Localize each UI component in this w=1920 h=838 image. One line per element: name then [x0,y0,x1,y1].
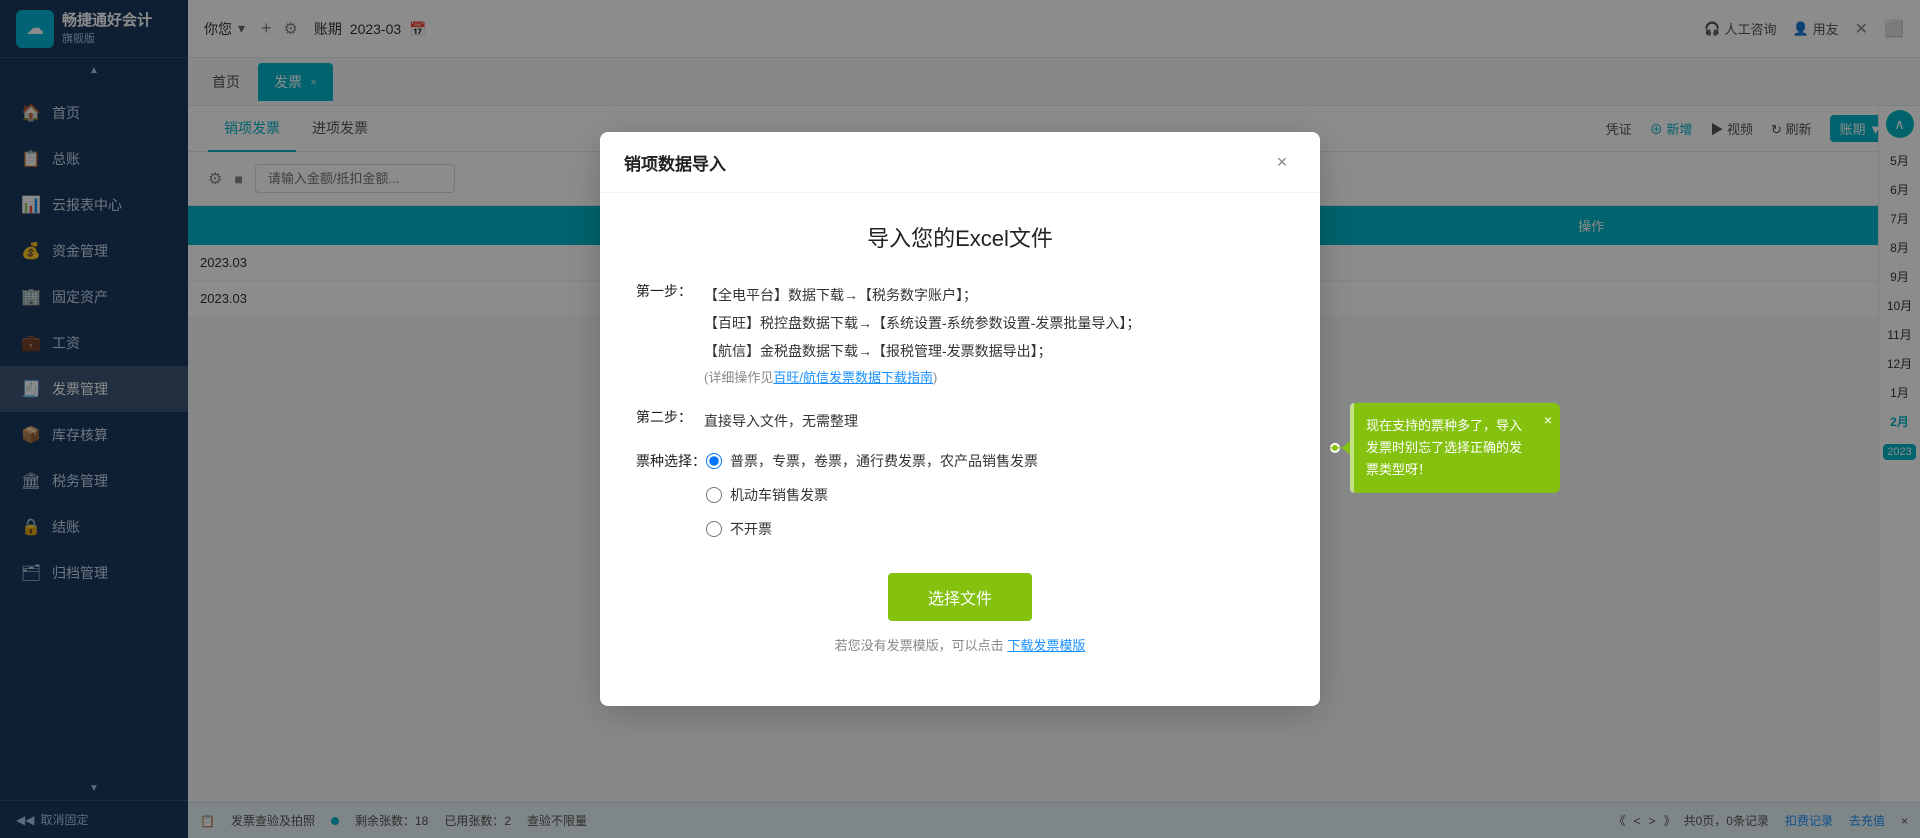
radio-normal-input[interactable] [706,453,722,469]
tooltip-arrow [1342,441,1350,455]
radio-motor[interactable]: 机动车销售发票 [706,485,1038,505]
ticket-label: 票种选择： [636,451,706,471]
dialog-title: 销项数据导入 [624,150,726,175]
step1-hint: (详细操作见百旺/航信发票数据下载指南) [704,365,1140,391]
ticket-type-section: 票种选择： 普票，专票，卷票，通行费发票，农产品销售发票 机动车销售发票 不开票 [636,451,1284,553]
step2-row: 第二步： 直接导入文件，无需整理 [636,407,1284,435]
dialog-body: 导入您的Excel文件 第一步： 【全电平台】数据下载→【税务数字账户】； 【百… [600,193,1320,706]
radio-none-label: 不开票 [730,519,772,539]
step2-label: 第二步： [636,407,704,435]
tooltip-bar [1350,403,1354,493]
step1-content: 【全电平台】数据下载→【税务数字账户】； 【百旺】税控盘数据下载→【系统设置-系… [704,281,1140,391]
dialog-main-title: 导入您的Excel文件 [636,221,1284,253]
step2-content: 直接导入文件，无需整理 [704,407,858,435]
radio-none[interactable]: 不开票 [706,519,1038,539]
step1-label: 第一步： [636,281,704,391]
radio-none-input[interactable] [706,521,722,537]
tooltip-text: 现在支持的票种多了，导入发票时别忘了选择正确的发票类型呀！ [1366,418,1522,477]
radio-normal-label: 普票，专票，卷票，通行费发票，农产品销售发票 [730,451,1038,471]
tooltip-bubble: 现在支持的票种多了，导入发票时别忘了选择正确的发票类型呀！ × [1350,403,1560,493]
download-template-link[interactable]: 下载发票模版 [1007,638,1085,653]
step1-line3: 【航信】金税盘数据下载→【报税管理-发票数据导出】； [704,337,1140,365]
tooltip-container: 现在支持的票种多了，导入发票时别忘了选择正确的发票类型呀！ × [1350,403,1560,493]
radio-normal[interactable]: 普票，专票，卷票，通行费发票，农产品销售发票 [706,451,1038,471]
download-hint-text: 若您没有发票模版，可以点击 [835,638,1004,653]
step1-row: 第一步： 【全电平台】数据下载→【税务数字账户】； 【百旺】税控盘数据下载→【系… [636,281,1284,391]
dialog-footer: 选择文件 若您没有发票模版，可以点击 下载发票模版 [636,573,1284,682]
dialog-header: 销项数据导入 × [600,132,1320,193]
step1-line2: 【百旺】税控盘数据下载→【系统设置-系统参数设置-发票批量导入】； [704,309,1140,337]
dialog-close-button[interactable]: × [1268,148,1296,176]
step1-line1: 【全电平台】数据下载→【税务数字账户】； [704,281,1140,309]
radio-motor-label: 机动车销售发票 [730,485,828,505]
tooltip-close-button[interactable]: × [1544,409,1552,433]
select-file-button[interactable]: 选择文件 [888,573,1032,621]
radio-group: 普票，专票，卷票，通行费发票，农产品销售发票 机动车销售发票 不开票 [706,451,1038,553]
radio-motor-input[interactable] [706,487,722,503]
download-hint: 若您没有发票模版，可以点击 下载发票模版 [636,635,1284,654]
import-dialog: 销项数据导入 × 导入您的Excel文件 第一步： 【全电平台】数据下载→【税务… [600,132,1320,706]
guide-link[interactable]: 百旺/航信发票数据下载指南 [773,370,933,385]
